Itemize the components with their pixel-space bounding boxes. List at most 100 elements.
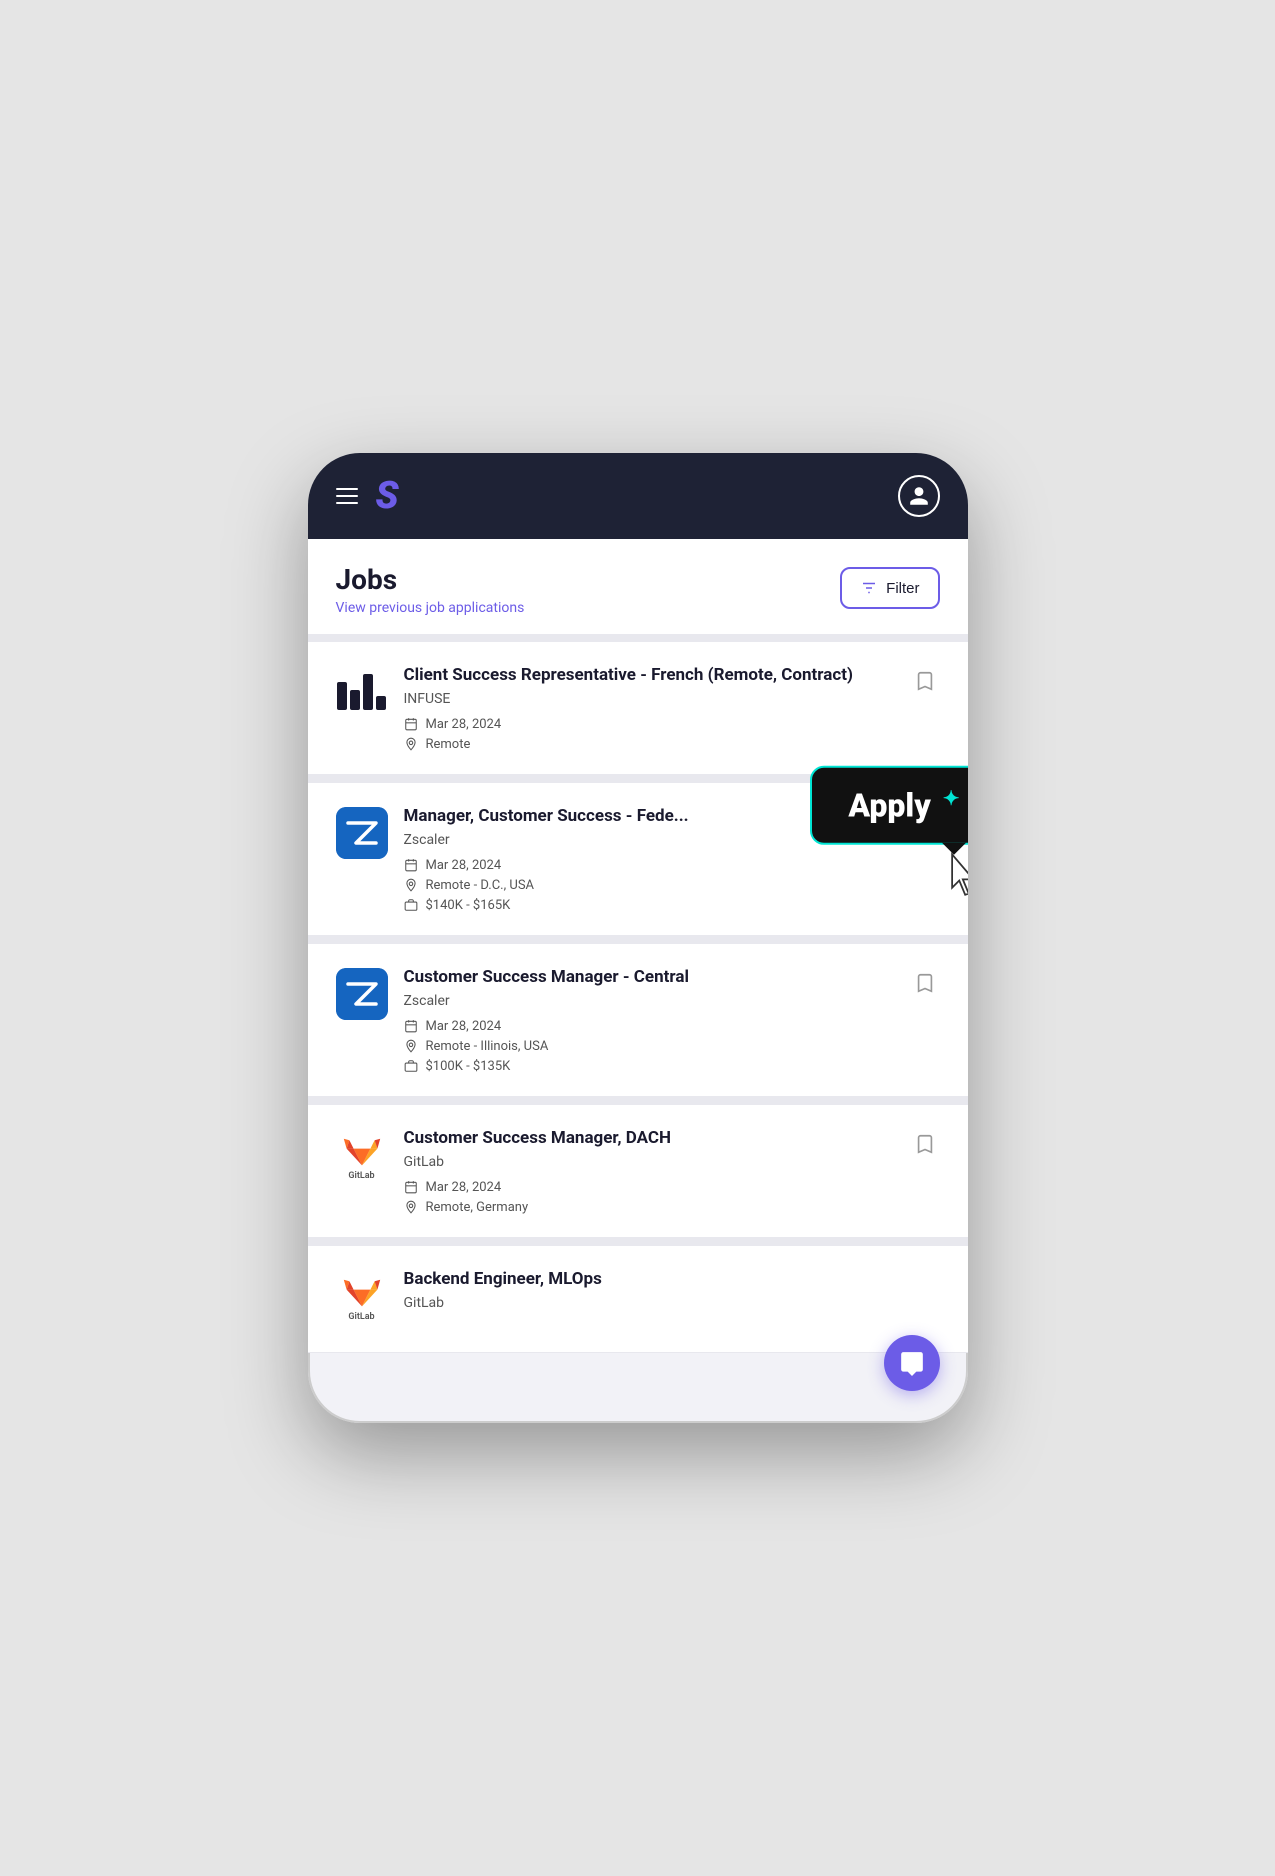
infuse-logo-stripes (337, 674, 386, 710)
calendar-icon-2 (404, 858, 418, 872)
jobs-list: Client Success Representative - French (… (308, 642, 968, 1353)
job-logo-gitlab-1: GitLab (336, 1129, 388, 1181)
bookmark-button-4[interactable] (910, 1129, 940, 1162)
job-location-row-1: Remote (404, 737, 894, 752)
zscaler-logo-svg (336, 807, 388, 859)
job-content-4: Customer Success Manager, DACH GitLab Ma… (404, 1127, 894, 1215)
job-title-3: Customer Success Manager - Central (404, 966, 894, 989)
job-title-1: Client Success Representative - French (… (404, 664, 894, 687)
job-date-row-1: Mar 28, 2024 (404, 717, 894, 732)
job-date-row-2: Mar 28, 2024 (404, 858, 940, 873)
bookmark-button-1[interactable] (910, 666, 940, 699)
location-icon-4 (404, 1200, 418, 1214)
chat-icon (899, 1350, 925, 1376)
divider-2 (308, 936, 968, 944)
job-company-3: Zscaler (404, 993, 894, 1009)
calendar-icon (404, 717, 418, 731)
divider-1 (308, 775, 968, 783)
job-location-2: Remote - D.C., USA (426, 878, 535, 893)
job-logo-infuse (336, 666, 388, 718)
view-previous-applications-link[interactable]: View previous job applications (336, 600, 525, 616)
filter-label: Filter (886, 580, 919, 597)
profile-icon (908, 485, 930, 507)
divider-3 (308, 1097, 968, 1105)
job-date-row-4: Mar 28, 2024 (404, 1180, 894, 1195)
job-company-4: GitLab (404, 1154, 894, 1170)
job-item-2[interactable]: Manager, Customer Success - Fede... Zsca… (308, 783, 968, 936)
app-logo: S (376, 477, 399, 515)
job-location-1: Remote (426, 737, 471, 752)
job-logo-gitlab-2: GitLab (336, 1270, 388, 1322)
job-date-4: Mar 28, 2024 (426, 1180, 502, 1195)
gitlab-svg-2 (336, 1270, 388, 1312)
jobs-top-bar: Jobs View previous job applications Filt… (308, 539, 968, 634)
job-company-5: GitLab (404, 1295, 940, 1311)
location-icon (404, 737, 418, 751)
stripe-4 (376, 696, 386, 710)
job-item-3[interactable]: Customer Success Manager - Central Zscal… (308, 944, 968, 1097)
profile-button[interactable] (898, 475, 940, 517)
job-item-4[interactable]: GitLab Customer Success Manager, DACH Gi… (308, 1105, 968, 1238)
stripe-1 (337, 682, 347, 710)
location-icon-3 (404, 1039, 418, 1053)
job-location-4: Remote, Germany (426, 1200, 529, 1215)
cursor-icon (945, 851, 968, 899)
job-salary-row-3: $100K - $135K (404, 1059, 894, 1074)
job-meta-2: Mar 28, 2024 Remote - D.C., USA $140K - … (404, 858, 940, 913)
job-content-5: Backend Engineer, MLOps GitLab (404, 1268, 940, 1321)
divider-4 (308, 1238, 968, 1246)
job-content-1: Client Success Representative - French (… (404, 664, 894, 752)
filter-button[interactable]: Filter (840, 567, 939, 609)
job-salary-2: $140K - $165K (426, 898, 511, 913)
bookmark-button-3[interactable] (910, 968, 940, 1001)
header-left: S (336, 477, 399, 515)
job-date-2: Mar 28, 2024 (426, 858, 502, 873)
calendar-icon-3 (404, 1019, 418, 1033)
job-date-3: Mar 28, 2024 (426, 1019, 502, 1034)
job-location-row-3: Remote - Illinois, USA (404, 1039, 894, 1054)
job-item-5[interactable]: GitLab Backend Engineer, MLOps GitLab (308, 1246, 968, 1353)
filter-icon (860, 579, 878, 597)
phone-frame: S Jobs View previous job applications Fi… (308, 453, 968, 1423)
bookmark-icon-4 (914, 1133, 936, 1155)
calendar-icon-4 (404, 1180, 418, 1194)
job-meta-3: Mar 28, 2024 Remote - Illinois, USA $100… (404, 1019, 894, 1074)
gitlab-label-1: GitLab (348, 1171, 374, 1181)
job-meta-4: Mar 28, 2024 Remote, Germany (404, 1180, 894, 1215)
job-date-row-3: Mar 28, 2024 (404, 1019, 894, 1034)
location-icon-2 (404, 878, 418, 892)
gitlab-logo-wrap-2: GitLab (336, 1270, 388, 1322)
app-header: S (308, 453, 968, 539)
job-content-3: Customer Success Manager - Central Zscal… (404, 966, 894, 1074)
job-date-1: Mar 28, 2024 (426, 717, 502, 732)
job-salary-row-2: $140K - $165K (404, 898, 940, 913)
job-title-2: Manager, Customer Success - Fede... (404, 805, 940, 828)
section-divider (308, 634, 968, 642)
job-content-2: Manager, Customer Success - Fede... Zsca… (404, 805, 940, 913)
job-company-2: Zscaler (404, 832, 940, 848)
zscaler-logo-svg-2 (336, 968, 388, 1020)
job-company-1: INFUSE (404, 691, 894, 707)
chat-fab-button[interactable] (884, 1335, 940, 1391)
gitlab-label-2: GitLab (348, 1312, 374, 1322)
bookmark-icon-3 (914, 972, 936, 994)
job-title-5: Backend Engineer, MLOps (404, 1268, 940, 1291)
salary-icon-3 (404, 1059, 418, 1073)
gitlab-logo-wrap-1: GitLab (336, 1129, 388, 1181)
job-location-row-2: Remote - D.C., USA (404, 878, 940, 893)
job-location-row-4: Remote, Germany (404, 1200, 894, 1215)
job-logo-zscaler-2 (336, 968, 388, 1020)
job-meta-1: Mar 28, 2024 Remote (404, 717, 894, 752)
job-item-1[interactable]: Client Success Representative - French (… (308, 642, 968, 775)
job-title-4: Customer Success Manager, DACH (404, 1127, 894, 1150)
job-salary-3: $100K - $135K (426, 1059, 511, 1074)
salary-icon-2 (404, 898, 418, 912)
jobs-page-title: Jobs (336, 563, 525, 596)
job-logo-zscaler-1 (336, 807, 388, 859)
stripe-2 (350, 690, 360, 710)
stripe-3 (363, 674, 373, 710)
job-location-3: Remote - Illinois, USA (426, 1039, 549, 1054)
gitlab-svg-1 (336, 1129, 388, 1171)
jobs-title-area: Jobs View previous job applications (336, 563, 525, 616)
hamburger-menu-icon[interactable] (336, 488, 358, 504)
